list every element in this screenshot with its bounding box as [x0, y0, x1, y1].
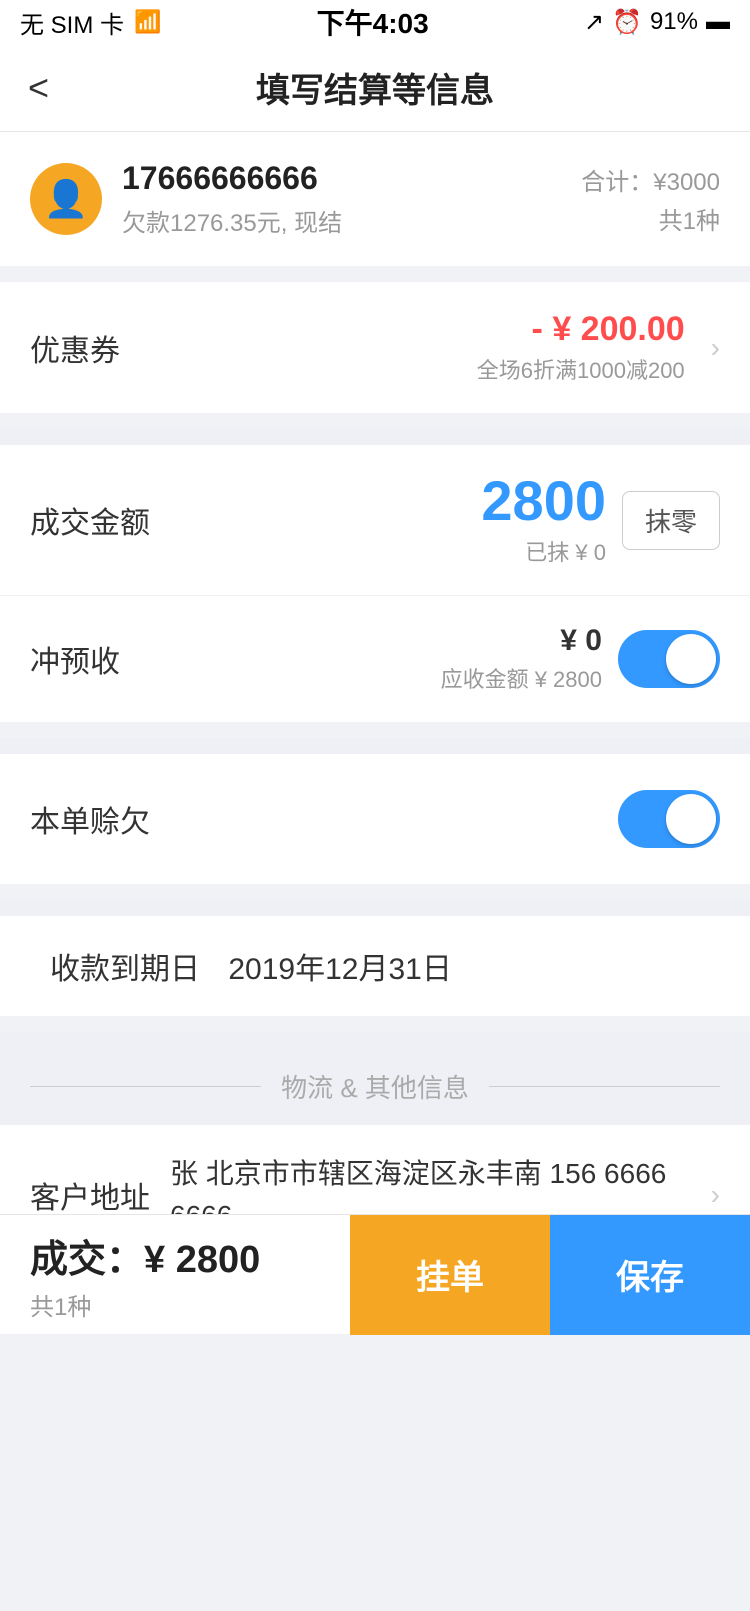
logistics-divider: 物流 & 其他信息 — [0, 1048, 750, 1125]
wifi-icon: 📶 — [134, 9, 161, 35]
user-total: 合计：¥3000 共1种 — [581, 162, 720, 236]
deal-amount-value: 2800 — [481, 473, 606, 529]
deal-amount-label: 成交金额 — [30, 498, 150, 542]
coupon-row[interactable]: 优惠券 - ¥ 200.00 全场6折满1000减200 › — [0, 282, 750, 413]
coupon-value: - ¥ 200.00 全场6折满1000减200 — [477, 310, 685, 385]
bad-debt-label: 本单赊欠 — [30, 797, 150, 841]
no-sim-label: 无 SIM 卡 — [20, 5, 124, 40]
bad-debt-toggle[interactable] — [618, 790, 720, 848]
user-left: 👤 17666666666 欠款1276.35元, 现结 — [30, 160, 342, 238]
user-debt: 欠款1276.35元, 现结 — [122, 203, 342, 238]
status-left: 无 SIM 卡 📶 — [20, 5, 161, 40]
user-phone: 17666666666 — [122, 160, 342, 197]
back-button[interactable]: < — [28, 67, 49, 109]
bottom-count: 共1种 — [30, 1287, 320, 1322]
due-date-label: 收款到期日 — [50, 953, 200, 986]
due-date-value: 2019年12月31日 — [228, 953, 451, 986]
chevron-right-icon: › — [711, 332, 720, 364]
battery-icon: ▬ — [706, 8, 730, 36]
bottom-deal-amount: ¥ 2800 — [144, 1239, 260, 1281]
section-divider-2 — [0, 738, 750, 754]
status-time: 下午4:03 — [317, 2, 429, 42]
content: 👤 17666666666 欠款1276.35元, 现结 合计：¥3000 共1… — [0, 132, 750, 1611]
total-amount: ¥3000 — [653, 169, 720, 196]
hold-button[interactable]: 挂单 — [350, 1215, 550, 1335]
deal-sub: 已抹 ¥ 0 — [481, 535, 606, 567]
logistics-line-right — [489, 1086, 720, 1087]
precharge-value: ¥ 0 — [441, 624, 602, 658]
coupon-label: 优惠券 — [30, 326, 120, 370]
coupon-amount: - ¥ 200.00 — [477, 310, 685, 349]
save-button[interactable]: 保存 — [550, 1215, 750, 1335]
round-zero-button[interactable]: 抹零 — [622, 491, 720, 550]
coupon-section: 优惠券 - ¥ 200.00 全场6折满1000减200 › — [0, 282, 750, 413]
precharge-row: 冲预收 ¥ 0 应收金额 ¥ 2800 — [0, 596, 750, 722]
page-title: 填写结算等信息 — [256, 63, 494, 112]
precharge-info: ¥ 0 应收金额 ¥ 2800 — [441, 624, 602, 694]
coupon-desc: 全场6折满1000减200 — [477, 353, 685, 385]
alarm-icon: ⏰ — [612, 8, 642, 37]
section-divider-4 — [0, 1032, 750, 1048]
due-date-section: 收款到期日 2019年12月31日 — [0, 916, 750, 1016]
avatar: 👤 — [30, 163, 102, 235]
total-label: 合计：¥3000 — [581, 162, 720, 197]
precharge-right: ¥ 0 应收金额 ¥ 2800 — [441, 624, 720, 694]
deal-amount-row: 成交金额 2800 已抹 ¥ 0 抹零 — [0, 445, 750, 596]
precharge-label: 冲预收 — [30, 637, 120, 681]
coupon-right: - ¥ 200.00 全场6折满1000减200 › — [477, 310, 720, 385]
deal-amount-right: 2800 已抹 ¥ 0 抹零 — [481, 473, 720, 567]
section-divider-3 — [0, 900, 750, 916]
bottom-bar: 成交：¥ 2800 共1种 挂单 保存 — [0, 1214, 750, 1334]
battery-label: 91% — [650, 8, 698, 36]
bottom-deal-row: 成交：¥ 2800 — [30, 1228, 320, 1283]
address-label: 客户地址 — [30, 1173, 150, 1217]
deal-amount-info: 2800 已抹 ¥ 0 — [481, 473, 606, 567]
status-bar: 无 SIM 卡 📶 下午4:03 ↗ ⏰ 91% ▬ — [0, 0, 750, 44]
location-icon: ↗ — [584, 8, 604, 37]
total-count: 共1种 — [581, 201, 720, 236]
deal-amount-section: 成交金额 2800 已抹 ¥ 0 抹零 冲预收 ¥ 0 应收金额 ¥ 2800 — [0, 445, 750, 722]
bottom-deal-label: 成交： — [30, 1239, 144, 1281]
logistics-line-left — [30, 1086, 261, 1087]
user-card: 👤 17666666666 欠款1276.35元, 现结 合计：¥3000 共1… — [0, 132, 750, 266]
precharge-desc: 应收金额 ¥ 2800 — [441, 662, 602, 694]
logistics-text: 物流 & 其他信息 — [281, 1068, 469, 1105]
bad-debt-section: 本单赊欠 — [0, 754, 750, 884]
section-divider-1 — [0, 429, 750, 445]
user-info: 17666666666 欠款1276.35元, 现结 — [122, 160, 342, 238]
precharge-toggle[interactable] — [618, 630, 720, 688]
nav-bar: < 填写结算等信息 — [0, 44, 750, 132]
address-chevron-icon: › — [711, 1179, 720, 1211]
bottom-info: 成交：¥ 2800 共1种 — [0, 1228, 350, 1322]
status-right: ↗ ⏰ 91% ▬ — [584, 8, 730, 37]
